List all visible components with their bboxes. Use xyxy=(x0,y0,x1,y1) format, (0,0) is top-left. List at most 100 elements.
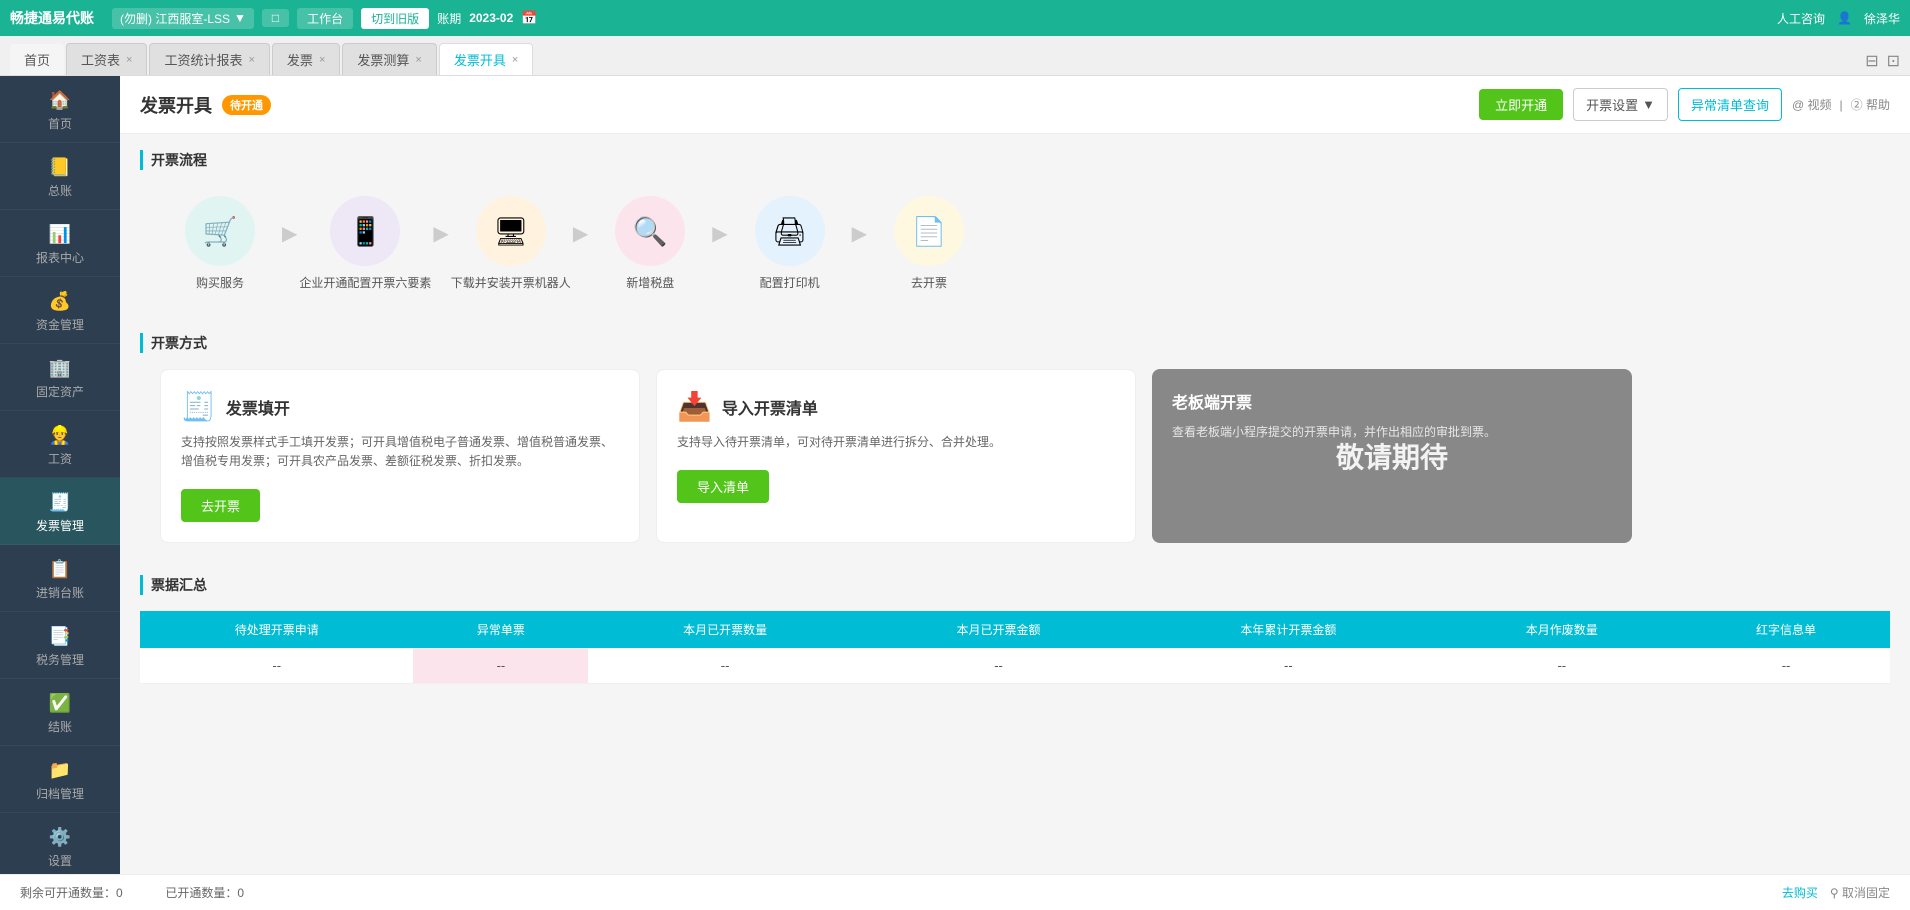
header-actions: 立即开通 开票设置 ▼ 异常清单查询 @ 视频 | ② 帮助 xyxy=(1479,88,1890,121)
process-step-printer: 🖨 配置打印机 xyxy=(730,196,850,291)
ticket-settings-button[interactable]: 开票设置 ▼ xyxy=(1573,88,1668,121)
val-abnormal: -- xyxy=(413,648,588,684)
issue-label: 去开票 xyxy=(911,274,947,291)
go-invoice-button[interactable]: 去开票 xyxy=(181,489,260,522)
sidebar-item-salary-label: 工资 xyxy=(48,450,72,467)
taxdisk-icon: 🔍 xyxy=(615,196,685,266)
abnormal-list-button[interactable]: 异常清单查询 xyxy=(1678,88,1782,121)
method-card-import-header: 📥 导入开票清单 xyxy=(677,390,1115,423)
page-title: 发票开具 待开通 xyxy=(140,92,271,118)
download-icon: 🖥 xyxy=(476,196,546,266)
arrow-icon-2: ▶ xyxy=(433,221,448,266)
sidebar-item-invoice-mgmt-label: 发票管理 xyxy=(36,517,84,534)
opened-quota: 已开通数量：0 xyxy=(165,886,244,900)
sidebar-item-ledger[interactable]: 📒 总账 xyxy=(0,143,120,210)
settings-icon: ⚙️ xyxy=(49,827,71,848)
val-pending: -- xyxy=(140,648,413,684)
sidebar-item-archive-label: 归档管理 xyxy=(36,785,84,802)
import-invoice-title: 导入开票清单 xyxy=(722,395,818,419)
window-icon[interactable]: ⊡ xyxy=(1887,51,1900,71)
billing-method-section: 开票方式 🧾 发票填开 支持按照发票样式手工填开发票；可开具增值税电子普通发票、… xyxy=(120,317,1910,575)
sidebar-item-invoice-mgmt[interactable]: 🧾 发票管理 xyxy=(0,478,120,545)
salary-icon: 👷 xyxy=(49,425,71,446)
tab-invoice-calc[interactable]: 发票测算 × xyxy=(342,43,436,75)
process-step-config: 📱 企业开通配置开票六要素 xyxy=(299,196,431,291)
go-buy-link[interactable]: 去购买 xyxy=(1782,884,1818,901)
sidebar-item-assets[interactable]: 🏢 固定资产 xyxy=(0,344,120,411)
status-badge: 待开通 xyxy=(222,95,271,115)
import-invoice-icon: 📥 xyxy=(677,390,712,423)
sidebar: 🏠 首页 📒 总账 📊 报表中心 💰 资金管理 🏢 固定资产 👷 工资 🧾 发票… xyxy=(0,76,120,874)
summary-table: 待处理开票申请 异常单票 本月已开票数量 本月已开票金额 本年累计开票金额 本月… xyxy=(140,611,1890,684)
sidebar-item-home-label: 首页 xyxy=(48,115,72,132)
close-icon[interactable]: × xyxy=(248,54,254,66)
old-portal-title: 老板端开票 xyxy=(1172,389,1612,413)
workspace-button[interactable]: 工作台 xyxy=(297,8,353,29)
sidebar-item-tax[interactable]: 📑 税务管理 xyxy=(0,612,120,679)
tab-invoice-label: 发票 xyxy=(287,50,313,69)
sidebar-item-purchase-sales[interactable]: 📋 进销台账 xyxy=(0,545,120,612)
invoice-mgmt-icon: 🧾 xyxy=(49,492,71,513)
app-logo: 畅捷通易代账 xyxy=(10,8,94,28)
sidebar-item-reports[interactable]: 📊 报表中心 xyxy=(0,210,120,277)
company-selector[interactable]: (勿删) 江西服室-LSS ▼ xyxy=(112,8,254,29)
tab-payroll-report[interactable]: 工资统计报表 × xyxy=(149,43,269,75)
sidebar-item-purchase-sales-label: 进销台账 xyxy=(36,584,84,601)
period-value: 2023-02 xyxy=(469,11,513,25)
close-icon[interactable]: × xyxy=(319,54,325,66)
calendar-icon[interactable]: 📅 xyxy=(521,10,537,26)
settle-icon: ✅ xyxy=(49,693,71,714)
tab-payroll[interactable]: 工资表 × xyxy=(66,43,147,75)
home-icon: 🏠 xyxy=(49,90,71,111)
tab-invoice-issue[interactable]: 发票开具 × xyxy=(439,43,533,75)
assets-icon: 🏢 xyxy=(49,358,71,379)
switch-version-button[interactable]: 切到旧版 xyxy=(361,8,429,29)
table-row: -- -- -- -- -- -- -- xyxy=(140,648,1890,684)
close-icon[interactable]: × xyxy=(415,54,421,66)
sidebar-item-home[interactable]: 🏠 首页 xyxy=(0,76,120,143)
sidebar-item-funds[interactable]: 💰 资金管理 xyxy=(0,277,120,344)
arrow-icon-5: ▶ xyxy=(852,221,867,266)
header-right-text: @ 视频 | ② 帮助 xyxy=(1792,96,1890,113)
tab-invoice[interactable]: 发票 × xyxy=(272,43,340,75)
sidebar-item-salary[interactable]: 👷 工资 xyxy=(0,411,120,478)
sidebar-item-settings-label: 设置 xyxy=(48,852,72,869)
ledger-icon: 📒 xyxy=(49,157,71,178)
arrow-icon-4: ▶ xyxy=(712,221,727,266)
sidebar-item-settle[interactable]: ✅ 结账 xyxy=(0,679,120,746)
manual-invoice-desc: 支持按照发票样式手工填开发票；可开具增值税电子普通发票、增值税普通发票、增值税专… xyxy=(181,433,619,471)
tax-icon: 📑 xyxy=(49,626,71,647)
immediate-open-button[interactable]: 立即开通 xyxy=(1479,89,1563,120)
process-step-taxdisk: 🔍 新增税盘 xyxy=(590,196,710,291)
video-label[interactable]: @ 视频 xyxy=(1792,96,1832,113)
remaining-quota: 剩余可开通数量：0 xyxy=(20,886,123,900)
taxdisk-label: 新增税盘 xyxy=(626,274,674,291)
top-bar: 畅捷通易代账 (勿删) 江西服室-LSS ▼ □ 工作台 切到旧版 账期 202… xyxy=(0,0,1910,36)
restore-icon[interactable]: ⊟ xyxy=(1865,51,1878,71)
chevron-down-icon: ▼ xyxy=(1642,97,1655,112)
method-card-import: 📥 导入开票清单 支持导入待开票清单，可对待开票清单进行拆分、合并处理。 导入清… xyxy=(656,369,1136,543)
sidebar-item-assets-label: 固定资产 xyxy=(36,383,84,400)
import-list-button[interactable]: 导入清单 xyxy=(677,470,769,503)
tab-controls: ⊟ ⊡ xyxy=(1865,51,1900,75)
close-icon[interactable]: × xyxy=(126,54,132,66)
sidebar-item-settings[interactable]: ⚙️ 设置 xyxy=(0,813,120,874)
ticket-settings-label: 开票设置 xyxy=(1586,95,1638,114)
sidebar-item-archive[interactable]: 📁 归档管理 xyxy=(0,746,120,813)
service-label[interactable]: 人工咨询 xyxy=(1777,10,1825,27)
help-label[interactable]: ② 帮助 xyxy=(1851,96,1890,113)
tab-home[interactable]: 首页 xyxy=(10,44,64,75)
val-yearly-amount: -- xyxy=(1135,648,1441,684)
close-icon[interactable]: × xyxy=(512,54,518,66)
sidebar-item-reports-label: 报表中心 xyxy=(36,249,84,266)
val-red-info: -- xyxy=(1682,648,1890,684)
purchase-sales-icon: 📋 xyxy=(49,559,71,580)
user-name[interactable]: 徐泽华 xyxy=(1864,10,1900,27)
col-red-info: 红字信息单 xyxy=(1682,611,1890,648)
printer-label: 配置打印机 xyxy=(760,274,820,291)
issue-icon: 📄 xyxy=(894,196,964,266)
tab-payroll-label: 工资表 xyxy=(81,50,120,69)
unpin-icon[interactable]: ⚲ 取消固定 xyxy=(1830,884,1890,901)
summary-title: 票据汇总 xyxy=(140,575,1890,595)
copy-button[interactable]: □ xyxy=(262,9,289,27)
